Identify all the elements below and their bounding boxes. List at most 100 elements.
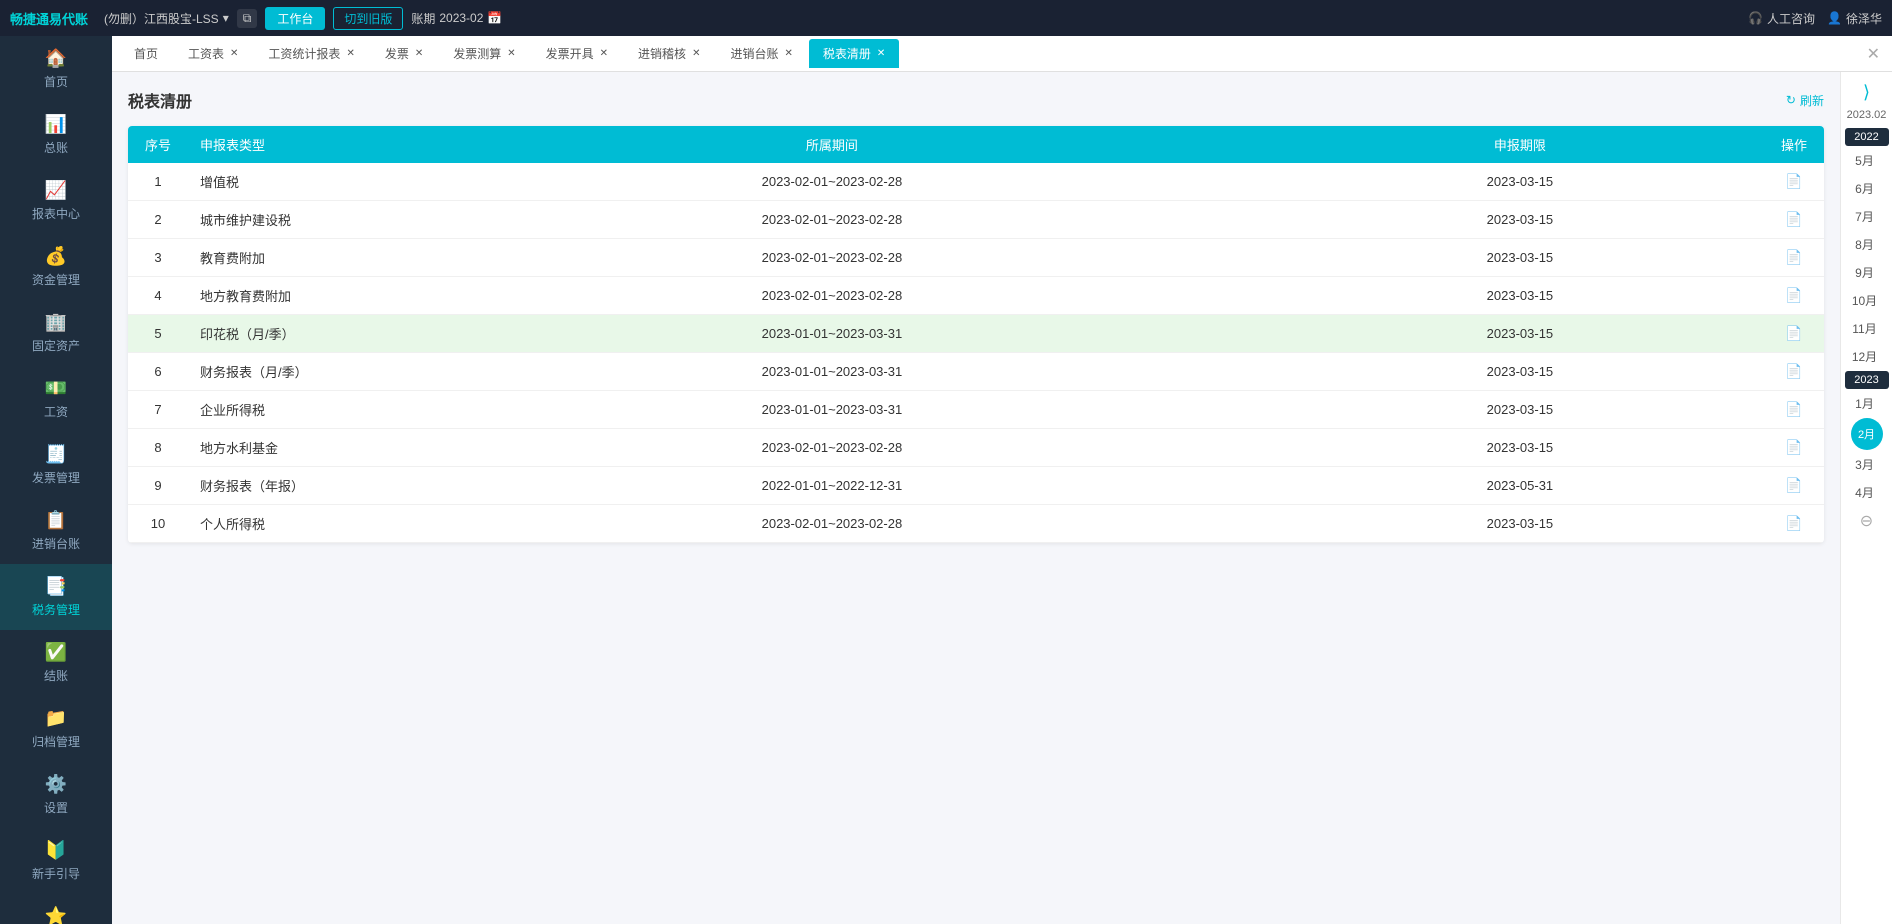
cell-action[interactable]: 📄 [1764, 201, 1824, 239]
tab-close-salary_stats[interactable]: ✕ [346, 48, 354, 59]
tab-tax_clearance[interactable]: 税表清册✕ [809, 39, 899, 68]
month-item-2022-10月[interactable]: 10月 [1845, 287, 1885, 314]
tab-label-salary_stats: 工资统计报表 [268, 45, 340, 62]
collapse-right-panel-button[interactable]: ⟩ [1859, 78, 1874, 107]
sidebar-icon-funds: 💰 [45, 246, 67, 267]
action-icon[interactable]: 📄 [1785, 477, 1802, 493]
tab-close-purchase_check[interactable]: ✕ [692, 48, 700, 59]
month-item-2023-3月[interactable]: 3月 [1845, 451, 1885, 478]
tab-close-invoice[interactable]: ✕ [415, 48, 423, 59]
month-item-2022-9月[interactable]: 9月 [1845, 259, 1885, 286]
month-item-2022-8月[interactable]: 8月 [1845, 231, 1885, 258]
month-item-2022-5月[interactable]: 5月 [1845, 147, 1885, 174]
switch-old-button[interactable]: 切到旧版 [333, 7, 403, 30]
cell-period: 2023-02-01~2023-02-28 [388, 429, 1276, 467]
calendar-icon[interactable]: 📅 [487, 11, 502, 25]
cell-action[interactable]: 📄 [1764, 467, 1824, 505]
sidebar-item-archive[interactable]: 📁 归档管理 [0, 696, 112, 762]
tab-close-salary_table[interactable]: ✕ [230, 48, 238, 59]
sidebar-item-home[interactable]: 🏠 首页 [0, 36, 112, 102]
sidebar-icon-reports: 📈 [45, 180, 67, 201]
action-icon[interactable]: 📄 [1785, 515, 1802, 531]
col-deadline: 申报期限 [1276, 126, 1764, 163]
tab-purchase_ledger[interactable]: 进销台账✕ [716, 39, 806, 68]
cell-no: 4 [128, 277, 188, 315]
sidebar-item-ledger[interactable]: 📊 总账 [0, 102, 112, 168]
tab-purchase_check[interactable]: 进销稽核✕ [624, 39, 714, 68]
ai-consult-button[interactable]: 🎧 人工咨询 [1748, 10, 1815, 27]
sidebar-item-reports[interactable]: 📈 报表中心 [0, 168, 112, 234]
sidebar-item-settings[interactable]: ⚙️ 设置 [0, 762, 112, 828]
month-item-2022-12月[interactable]: 12月 [1845, 343, 1885, 370]
tab-invoice[interactable]: 发票✕ [371, 39, 437, 68]
sidebar-icon-invoice: 🧾 [45, 444, 67, 465]
cell-action[interactable]: 📄 [1764, 429, 1824, 467]
sidebar-item-guide[interactable]: 🔰 新手引导 [0, 828, 112, 894]
cell-deadline: 2023-03-15 [1276, 163, 1764, 201]
tab-home[interactable]: 首页 [120, 39, 172, 68]
tab-label-invoice_calc: 发票测算 [453, 45, 501, 62]
month-item-2022-6月[interactable]: 6月 [1845, 175, 1885, 202]
action-icon[interactable]: 📄 [1785, 173, 1802, 189]
month-item-2022-7月[interactable]: 7月 [1845, 203, 1885, 230]
month-item-2023-4月[interactable]: 4月 [1845, 479, 1885, 506]
tab-salary_stats[interactable]: 工资统计报表 ✕ [254, 39, 368, 68]
cell-action[interactable]: 📄 [1764, 315, 1824, 353]
sidebar-icon-home: 🏠 [45, 48, 67, 69]
cell-action[interactable]: 📄 [1764, 391, 1824, 429]
company-selector[interactable]: (勿删）江西股宝-LSS ▾ [104, 10, 229, 27]
refresh-button[interactable]: ↻ 刷新 [1786, 92, 1824, 109]
sidebar-item-settlement[interactable]: ✅ 结账 [0, 630, 112, 696]
sidebar-item-purchase[interactable]: 📋 进销台账 [0, 498, 112, 564]
sidebar-item-member[interactable]: ⭐ 畅会员 [0, 894, 112, 924]
action-icon[interactable]: 📄 [1785, 401, 1802, 417]
table-row: 3 教育费附加 2023-02-01~2023-02-28 2023-03-15… [128, 239, 1824, 277]
cell-type: 个人所得税 [188, 505, 388, 543]
tab-salary_table[interactable]: 工资表✕ [174, 39, 252, 68]
tab-close-invoice_open[interactable]: ✕ [600, 48, 608, 59]
period-label: 账期 2023-02 📅 [411, 10, 502, 27]
sidebar-item-tax[interactable]: 📑 税务管理 [0, 564, 112, 630]
table-row: 1 增值税 2023-02-01~2023-02-28 2023-03-15 📄 [128, 163, 1824, 201]
action-icon[interactable]: 📄 [1785, 287, 1802, 303]
right-panel-close-button[interactable]: ⊖ [1856, 507, 1877, 535]
workspace-button[interactable]: 工作台 [265, 7, 325, 30]
month-item-2022-11月[interactable]: 11月 [1845, 315, 1885, 342]
col-period: 所属期间 [388, 126, 1276, 163]
tab-invoice_open[interactable]: 发票开具✕ [532, 39, 622, 68]
app-logo: 畅捷通易代账 [10, 9, 88, 28]
copy-button[interactable]: ⧉ [237, 9, 258, 28]
user-profile[interactable]: 👤 徐泽华 [1827, 10, 1882, 27]
cell-no: 10 [128, 505, 188, 543]
cell-action[interactable]: 📄 [1764, 163, 1824, 201]
tab-close-invoice_calc[interactable]: ✕ [507, 48, 515, 59]
action-icon[interactable]: 📄 [1785, 249, 1802, 265]
month-item-2023-2月[interactable]: 2月 [1851, 418, 1883, 450]
action-icon[interactable]: 📄 [1785, 325, 1802, 341]
sidebar-label-assets: 固定资产 [32, 337, 80, 354]
content-area: 首页工资表✕工资统计报表✕发票✕发票测算✕发票开具✕进销稽核✕进销台账✕税表清册… [112, 36, 1892, 924]
table-row: 9 财务报表（年报） 2022-01-01~2022-12-31 2023-05… [128, 467, 1824, 505]
cell-action[interactable]: 📄 [1764, 505, 1824, 543]
col-action: 操作 [1764, 126, 1824, 163]
cell-action[interactable]: 📄 [1764, 353, 1824, 391]
action-icon[interactable]: 📄 [1785, 363, 1802, 379]
sidebar-icon-settlement: ✅ [45, 642, 67, 663]
tab-close-purchase_ledger[interactable]: ✕ [784, 48, 792, 59]
close-all-tabs-button[interactable]: ✕ [1863, 40, 1884, 68]
action-icon[interactable]: 📄 [1785, 439, 1802, 455]
cell-action[interactable]: 📄 [1764, 277, 1824, 315]
sidebar-item-assets[interactable]: 🏢 固定资产 [0, 300, 112, 366]
sidebar-icon-tax: 📑 [45, 576, 67, 597]
sidebar-label-archive: 归档管理 [32, 733, 80, 750]
cell-period: 2023-01-01~2023-03-31 [388, 315, 1276, 353]
month-item-2023-1月[interactable]: 1月 [1845, 390, 1885, 417]
cell-type: 增值税 [188, 163, 388, 201]
action-icon[interactable]: 📄 [1785, 211, 1802, 227]
cell-action[interactable]: 📄 [1764, 239, 1824, 277]
tab-invoice_calc[interactable]: 发票测算 ✕ [439, 39, 529, 68]
tab-close-tax_clearance[interactable]: ✕ [877, 48, 885, 59]
sidebar-item-funds[interactable]: 💰 资金管理 [0, 234, 112, 300]
sidebar-item-invoice[interactable]: 🧾 发票管理 [0, 432, 112, 498]
sidebar-item-salary[interactable]: 💵 工资 [0, 366, 112, 432]
